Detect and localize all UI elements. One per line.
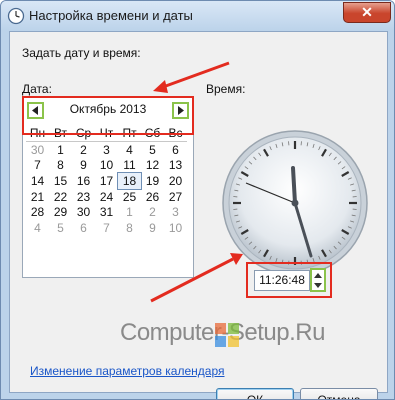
dialog-window: Настройка времени и даты ✕ Задать дату и… xyxy=(0,0,395,400)
annotation-arrows xyxy=(150,61,243,303)
annotation-arrow-date xyxy=(153,61,230,93)
annotation-arrow-time xyxy=(150,253,243,303)
